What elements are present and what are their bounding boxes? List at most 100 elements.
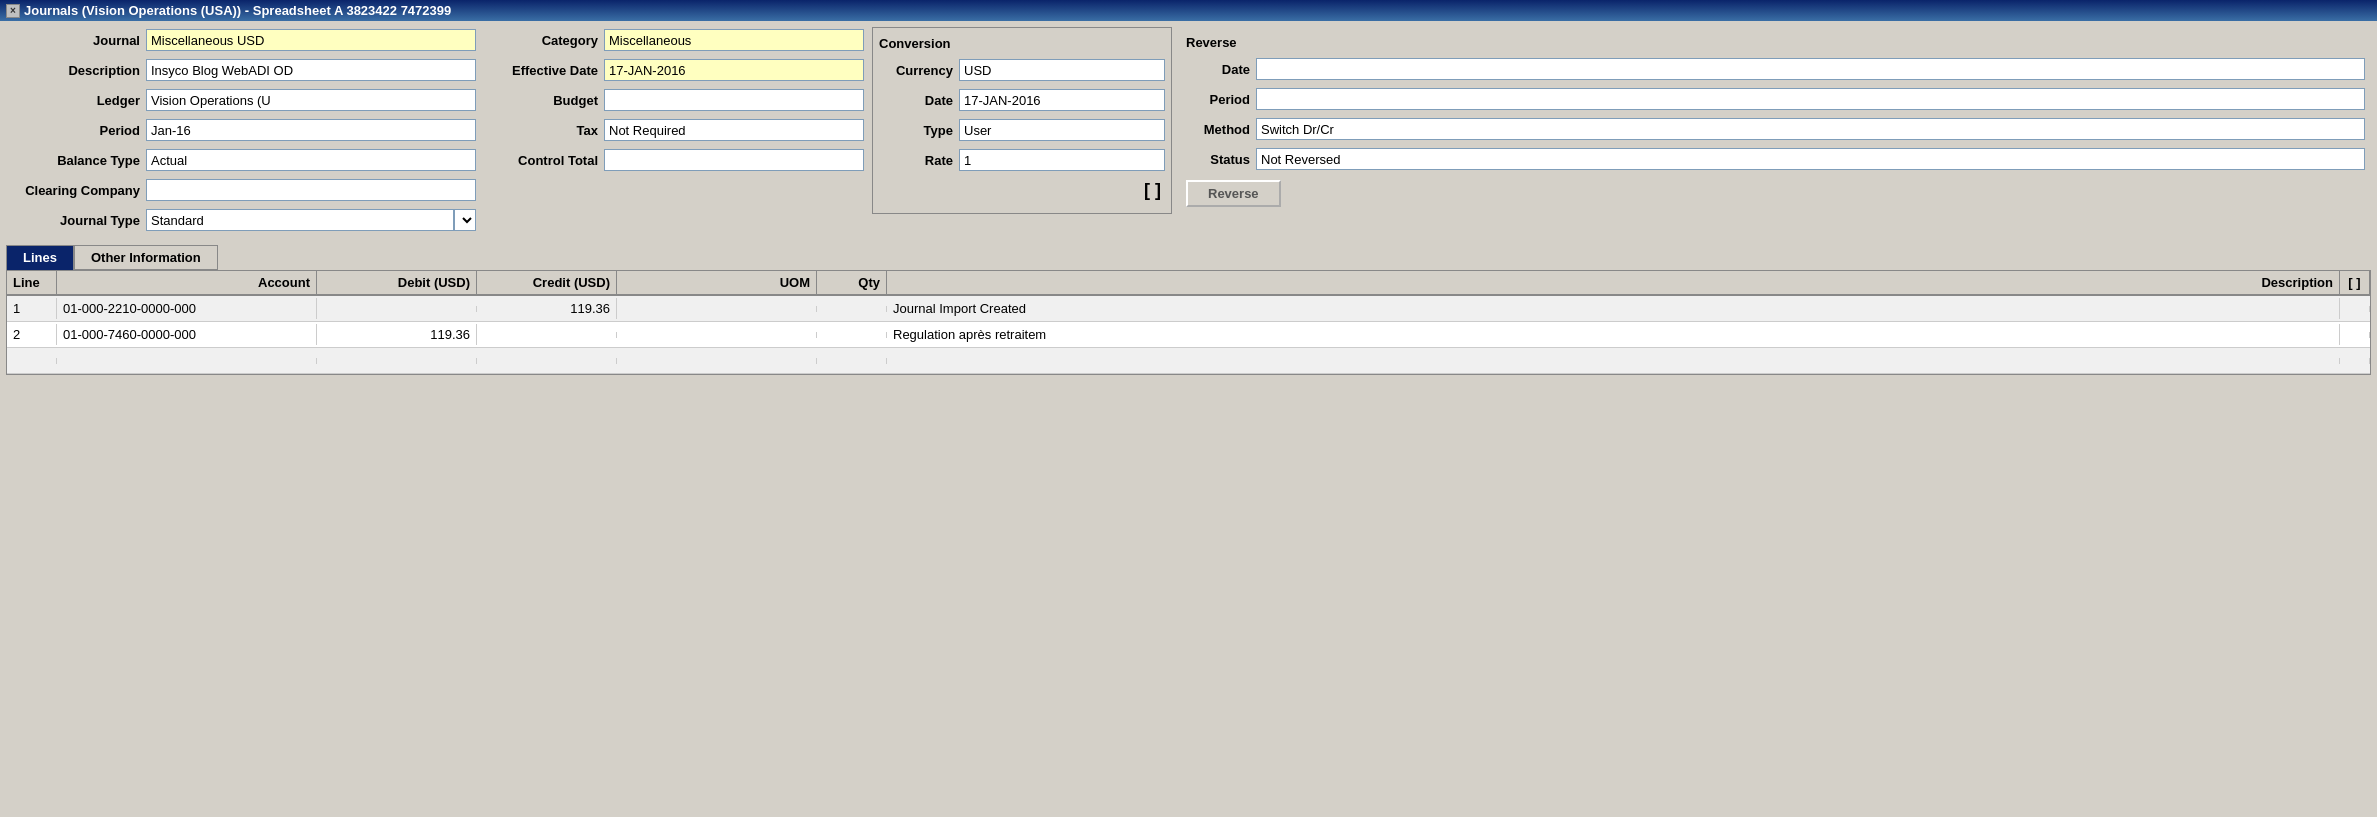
header-debit: Debit (USD) (317, 271, 477, 294)
window-title: Journals (Vision Operations (USA)) - Spr… (24, 3, 451, 18)
form-middle: Category Category Effective Date Budget … (484, 27, 864, 237)
conversion-header: Conversion (879, 34, 1165, 53)
cell-line-1: 1 (7, 298, 57, 319)
reverse-header: Reverse (1186, 33, 2365, 52)
control-total-input[interactable] (604, 149, 864, 171)
header-line: Line (7, 271, 57, 294)
rev-status-label: Status (1186, 152, 1256, 167)
tab-lines[interactable]: Lines (6, 245, 74, 270)
rev-method-input[interactable] (1256, 118, 2365, 140)
category-input[interactable] (604, 29, 864, 51)
tax-label: Tax (484, 123, 604, 138)
tabs-area: Lines Other Information (6, 245, 2371, 270)
clearing-company-label: Clearing Company (6, 183, 146, 198)
clearing-company-row: Clearing Company (6, 177, 476, 203)
conv-date-label: Date (879, 93, 959, 108)
ledger-input[interactable] (146, 89, 476, 111)
cell-account-2[interactable]: 01-000-7460-0000-000 (57, 324, 317, 345)
effective-date-label: Effective Date (484, 63, 604, 78)
cell-qty-1 (817, 306, 887, 312)
rev-period-row: Period (1186, 86, 2365, 112)
conv-rate-label: Rate (879, 153, 959, 168)
main-content: Journal Description Ledger Period Balanc… (0, 21, 2377, 381)
reverse-section: Reverse Date Period Method Status Re (1180, 27, 2371, 237)
rev-method-label: Method (1186, 122, 1256, 137)
cell-qty-3 (817, 358, 887, 364)
cell-description-2: Regulation après retraitem (887, 324, 2340, 345)
effective-date-row: Effective Date (484, 57, 864, 83)
conversion-section: Conversion Currency Date Type Rate (872, 27, 1172, 237)
cell-bracket-2 (2340, 332, 2370, 338)
conv-bracket: [ ] (1144, 180, 1161, 201)
close-button[interactable]: × (6, 4, 20, 18)
conv-date-row: Date (879, 87, 1165, 113)
budget-row: Budget (484, 87, 864, 113)
cell-line-3 (7, 358, 57, 364)
ledger-row: Ledger (6, 87, 476, 113)
reverse-button[interactable]: Reverse (1186, 180, 1281, 207)
conv-type-label: Type (879, 123, 959, 138)
header-uom: UOM (617, 271, 817, 294)
conv-type-row: Type (879, 117, 1165, 143)
rev-status-row: Status (1186, 146, 2365, 172)
header-credit: Credit (USD) (477, 271, 617, 294)
table-row: 1 01-000-2210-0000-000 119.36 Journal Im… (7, 296, 2370, 322)
rev-period-input[interactable] (1256, 88, 2365, 110)
cell-description-1: Journal Import Created (887, 298, 2340, 319)
budget-label: Budget (484, 93, 604, 108)
period-row: Period (6, 117, 476, 143)
cell-credit-1: 119.36 (477, 298, 617, 319)
cell-debit-1 (317, 306, 477, 312)
conv-currency-input[interactable] (959, 59, 1165, 81)
lines-table-header: Line Account Debit (USD) Credit (USD) UO… (7, 271, 2370, 296)
conv-currency-label: Currency (879, 63, 959, 78)
category-row: Category Category (484, 27, 864, 53)
journal-type-input[interactable] (146, 209, 454, 231)
cell-line-2: 2 (7, 324, 57, 345)
rev-status-input[interactable] (1256, 148, 2365, 170)
balance-type-row: Balance Type (6, 147, 476, 173)
conv-date-input[interactable] (959, 89, 1165, 111)
journal-input[interactable] (146, 29, 476, 51)
category-label: Category (484, 33, 604, 48)
form-left: Journal Description Ledger Period Balanc… (6, 27, 476, 237)
description-label: Description (6, 63, 146, 78)
rev-method-row: Method (1186, 116, 2365, 142)
control-total-row: Control Total (484, 147, 864, 173)
cell-uom-2 (617, 332, 817, 338)
conv-currency-row: Currency (879, 57, 1165, 83)
budget-input[interactable] (604, 89, 864, 111)
balance-type-input[interactable] (146, 149, 476, 171)
clearing-company-input[interactable] (146, 179, 476, 201)
lines-table: Line Account Debit (USD) Credit (USD) UO… (6, 270, 2371, 375)
tax-row: Tax (484, 117, 864, 143)
effective-date-input[interactable] (604, 59, 864, 81)
journal-type-label: Journal Type (6, 213, 146, 228)
cell-account-3[interactable] (57, 358, 317, 364)
conv-type-input[interactable] (959, 119, 1165, 141)
rev-date-input[interactable] (1256, 58, 2365, 80)
description-row: Description (6, 57, 476, 83)
journal-label: Journal (6, 33, 146, 48)
header-description: Description (887, 271, 2340, 294)
cell-debit-2: 119.36 (317, 324, 477, 345)
conv-rate-input[interactable] (959, 149, 1165, 171)
cell-bracket-1 (2340, 306, 2370, 312)
period-label: Period (6, 123, 146, 138)
journal-row: Journal (6, 27, 476, 53)
journal-type-select[interactable]: ▼ (454, 209, 476, 231)
header-qty: Qty (817, 271, 887, 294)
table-row (7, 348, 2370, 374)
conv-bracket-row: [ ] (879, 177, 1165, 203)
rev-date-row: Date (1186, 56, 2365, 82)
period-input[interactable] (146, 119, 476, 141)
header-account: Account (57, 271, 317, 294)
description-input[interactable] (146, 59, 476, 81)
rev-date-label: Date (1186, 62, 1256, 77)
conv-rate-row: Rate (879, 147, 1165, 173)
tab-other-information[interactable]: Other Information (74, 245, 218, 270)
tax-input[interactable] (604, 119, 864, 141)
cell-bracket-3 (2340, 358, 2370, 364)
cell-account-1[interactable]: 01-000-2210-0000-000 (57, 298, 317, 319)
cell-credit-2 (477, 332, 617, 338)
